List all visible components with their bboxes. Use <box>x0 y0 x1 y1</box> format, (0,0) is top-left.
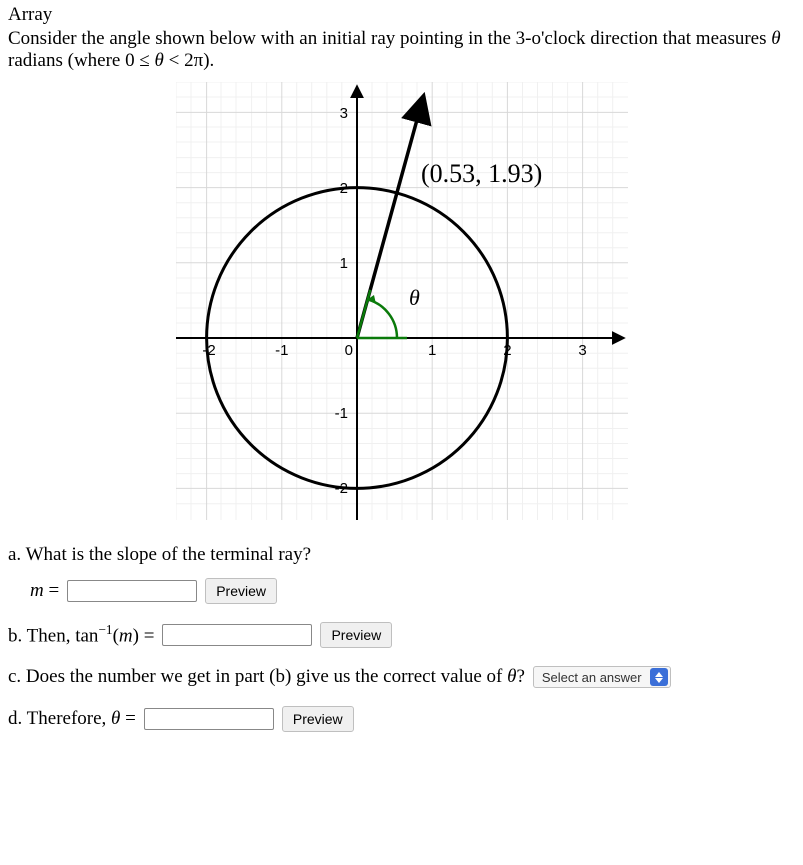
theta-var: θ <box>155 50 164 71</box>
select-placeholder: Select an answer <box>534 670 650 685</box>
figure-container: -2 -1 0 1 2 3 1 2 3 -1 -2 θ (0.53, 1.93) <box>8 82 795 520</box>
svg-text:-1: -1 <box>275 342 288 359</box>
unit-circle-figure: -2 -1 0 1 2 3 1 2 3 -1 -2 θ (0.53, 1.93) <box>176 82 628 520</box>
theta-label: θ <box>409 285 420 310</box>
slope-input[interactable] <box>67 580 197 602</box>
svg-text:3: 3 <box>339 105 347 122</box>
prompt-text: < 2π). <box>164 50 214 71</box>
theta-var: θ <box>771 28 780 49</box>
preview-button-b[interactable]: Preview <box>320 622 392 648</box>
preview-button-a[interactable]: Preview <box>205 578 277 604</box>
b-label: b. Then, tan−1(m) = <box>8 622 154 647</box>
svg-text:1: 1 <box>428 342 436 359</box>
svg-text:2: 2 <box>339 180 347 197</box>
d-label: d. Therefore, θ = <box>8 708 136 730</box>
prompt-text: Consider the angle shown below with an i… <box>8 28 771 49</box>
svg-text:3: 3 <box>578 342 586 359</box>
preview-button-d[interactable]: Preview <box>282 706 354 732</box>
svg-text:-1: -1 <box>334 405 347 422</box>
svg-text:2: 2 <box>503 342 511 359</box>
svg-text:-2: -2 <box>334 480 347 497</box>
m-equals-label: m = <box>30 580 59 602</box>
question-d: d. Therefore, θ = Preview <box>8 706 795 732</box>
problem-prompt: Consider the angle shown below with an i… <box>8 28 795 72</box>
prompt-text: radians (where 0 ≤ <box>8 50 155 71</box>
theta-input[interactable] <box>144 708 274 730</box>
page-title: Array <box>8 4 795 26</box>
arctan-input[interactable] <box>162 624 312 646</box>
question-c: c. Does the number we get in part (b) gi… <box>8 666 795 688</box>
svg-text:1: 1 <box>339 255 347 272</box>
c-label: c. Does the number we get in part (b) gi… <box>8 666 525 688</box>
svg-text:0: 0 <box>344 342 352 359</box>
select-arrow-icon <box>650 668 668 686</box>
question-b: b. Then, tan−1(m) = Preview <box>8 622 795 648</box>
question-a: a. What is the slope of the terminal ray… <box>8 544 795 566</box>
svg-text:-2: -2 <box>202 342 215 359</box>
answer-select[interactable]: Select an answer <box>533 666 671 688</box>
terminal-point-label: (0.53, 1.93) <box>421 159 542 188</box>
